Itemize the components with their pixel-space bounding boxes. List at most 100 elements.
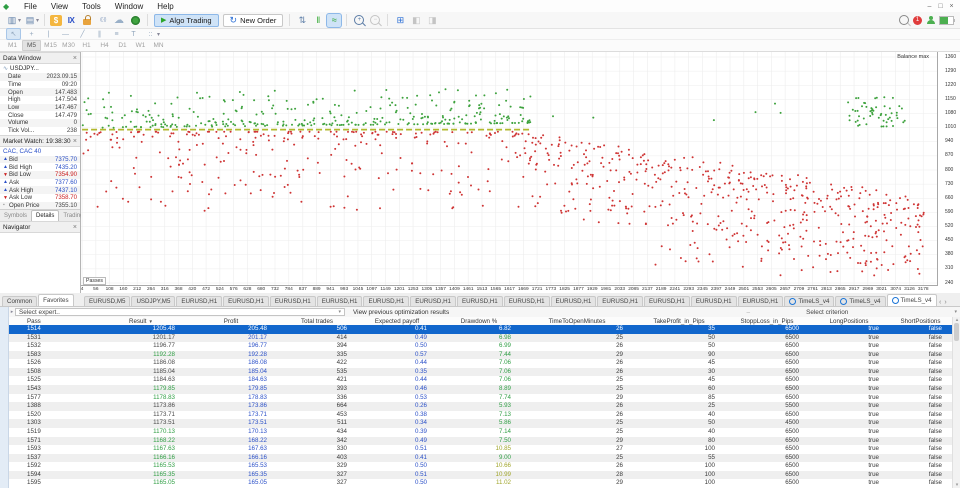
chart-tab[interactable]: EURUSD,H1	[316, 296, 363, 306]
table-row[interactable]: 1543 1179.85 179.85 393 0.46 8.89 25 60 6500 true…	[9, 385, 952, 394]
market-watch-row[interactable]: ▲ Ask High 7437.10	[0, 186, 80, 194]
table-row[interactable]: 1577 1178.83 178.83 336 0.53 7.74 29 85 6500 true…	[9, 394, 952, 403]
column-header-timetoopenminutes[interactable]: TimeToOpenMinutes	[521, 317, 633, 325]
market-watch-row[interactable]: ▲ Bid 7375.70	[0, 155, 80, 164]
table-row[interactable]: 1583 1192.28 192.28 335 0.57 7.44 29 90 6500 true…	[9, 350, 952, 360]
table-row[interactable]: 1531 1201.17 201.17 414 0.49 6.98 25 50 6500 true…	[9, 333, 952, 343]
dock-right-icon[interactable]: ◨	[425, 14, 439, 27]
column-header-total-trades[interactable]: Total trades	[277, 317, 357, 325]
tab-favorites[interactable]: Favorites	[38, 294, 74, 306]
vertical-line-tool-icon[interactable]: |	[42, 29, 55, 39]
column-header-expected-payoff[interactable]: Expected payoff	[357, 317, 437, 325]
market-watch-row[interactable]: ▲ Ask 7377.60	[0, 179, 80, 187]
timeframe-d1[interactable]: D1	[114, 41, 131, 50]
chart-tab[interactable]: EURUSD,H1	[737, 296, 784, 306]
criterion-select[interactable]: Select criterion ▾	[750, 308, 960, 316]
chart-tab[interactable]: EURUSD,H1	[690, 296, 737, 306]
chart-tab[interactable]: EURUSD,H1	[503, 296, 550, 306]
timeframe-h1[interactable]: H1	[78, 41, 95, 50]
close-icon[interactable]: ×	[73, 55, 77, 62]
column-header-pass[interactable]: Pass	[9, 317, 97, 325]
market-watch-row[interactable]: ▼ Bid Low 7354.90	[0, 170, 80, 179]
wave-chart-icon[interactable]: ≈	[327, 13, 342, 27]
broadcast-icon[interactable]: ((·))	[96, 14, 110, 27]
table-row[interactable]: 1519 1170.13 170.13 434 0.39 7.14 25 40 6500 true…	[9, 428, 952, 437]
maximize-button[interactable]: □	[936, 3, 945, 10]
menu-help[interactable]: Help	[150, 2, 180, 11]
table-row[interactable]: 1508 1185.04 185.04 535 0.35 7.06 26 30 6500 true…	[9, 367, 952, 377]
timeframe-h4[interactable]: H4	[96, 41, 113, 50]
timeframe-mn[interactable]: MN	[150, 41, 167, 50]
tile-windows-icon[interactable]: ⊞	[393, 14, 407, 27]
scroll-down-icon[interactable]: ▾	[954, 482, 960, 488]
horizontal-line-tool-icon[interactable]: —	[59, 29, 72, 39]
optimization-scatter[interactable]	[81, 52, 937, 285]
chart-tab[interactable]: USDJPY,M5	[131, 296, 176, 306]
table-row[interactable]: 1514 1205.48 205.48 506 0.41 6.82 26 35 6500 true…	[9, 325, 952, 334]
trendline-tool-icon[interactable]: ╱	[76, 29, 89, 39]
globe-icon[interactable]	[128, 14, 142, 27]
chevron-down-icon[interactable]: ▾	[18, 17, 21, 24]
strategy-tester-sidebar[interactable]: Strategy Tester	[0, 307, 9, 488]
dock-left-icon[interactable]: ◧	[409, 14, 423, 27]
chart-tab[interactable]: TimeLS_v4	[835, 296, 886, 306]
chart-bars-icon[interactable]: ▥	[5, 14, 19, 27]
menu-tools[interactable]: Tools	[75, 2, 108, 11]
table-row[interactable]: 1525 1184.63 184.63 421 0.44 7.06 25 45 6500 true…	[9, 376, 952, 385]
channel-tool-icon[interactable]: ∥	[93, 29, 106, 39]
shapes-tool-icon[interactable]: ::	[144, 29, 157, 39]
optimization-plot-area[interactable]: Balance max Passes	[81, 52, 938, 286]
table-row[interactable]: 1303 1173.51 173.51 511 0.34 5.86 25 50 4500 true…	[9, 419, 952, 428]
chart-tab[interactable]: EURUSD,H1	[223, 296, 269, 306]
chart-tab[interactable]: EURUSD,H1	[176, 296, 223, 306]
column-header-longpositions[interactable]: LongPositions	[809, 317, 889, 325]
view-results-label[interactable]: View previous optimization results	[353, 309, 449, 316]
fibonacci-tool-icon[interactable]: ≡	[110, 29, 123, 39]
crosshair-tool-icon[interactable]: +	[25, 29, 38, 39]
market-watch-row[interactable]: ▪ Open Price 7355.10	[0, 201, 80, 210]
chart-tab[interactable]: EURUSD,H1	[363, 296, 410, 306]
chart-tab[interactable]: TimeLS_v4	[886, 294, 937, 306]
timeframe-m30[interactable]: M30	[60, 41, 77, 50]
timeframe-m1[interactable]: M1	[4, 41, 21, 50]
tab-details[interactable]: Details	[31, 210, 60, 222]
scroll-tabs-right-icon[interactable]: ›	[944, 299, 946, 306]
tab-common[interactable]: Common	[2, 296, 38, 306]
chart-window-icon[interactable]: ▤	[23, 14, 37, 27]
market-watch-row[interactable]: ▲ Bid High 7435.20	[0, 163, 80, 171]
close-icon[interactable]: ×	[73, 138, 77, 145]
chart-tab[interactable]: EURUSD,H1	[597, 296, 644, 306]
table-row[interactable]: 1571 1168.22 168.22 342 0.49 7.50 29 80 6500 true…	[9, 436, 952, 446]
column-header-result[interactable]: Result ▼	[97, 317, 185, 325]
timeframe-m5[interactable]: M5	[22, 40, 41, 51]
table-row[interactable]: 1532 1196.77 196.77 394 0.50 6.99 26 50 6500 true…	[9, 342, 952, 351]
minimize-button[interactable]: –	[925, 3, 934, 10]
chart-tab[interactable]: EURUSD,H1	[269, 296, 316, 306]
new-order-button[interactable]: ↻ New Order	[222, 13, 284, 27]
notifications-badge[interactable]: 1	[913, 15, 922, 25]
table-row[interactable]: 1520 1173.71 173.71 453 0.38 7.13 26 40 6500 true…	[9, 411, 952, 420]
chart-tab[interactable]: EURUSD,H1	[410, 296, 456, 306]
algo-trading-button[interactable]: ▶ Algo Trading	[154, 13, 219, 27]
table-row[interactable]: 1526 1186.08 186.08 422 0.44 7.06 26 45 6500 true…	[9, 359, 952, 368]
expert-select[interactable]: Select expert.. ▾	[15, 308, 345, 316]
table-row[interactable]: 1594 1165.35 165.35 327 0.51 10.99 28 100 6500 tr…	[9, 470, 952, 480]
lock-icon[interactable]	[80, 14, 94, 27]
market-watch-row[interactable]: ▼ Ask Low 7358.70	[0, 194, 80, 202]
scroll-tabs-left-icon[interactable]: ‹	[939, 299, 941, 306]
chart-tab[interactable]: EURUSD,H1	[456, 296, 503, 306]
chart-tab[interactable]: EURUSD,M5	[84, 296, 131, 306]
chart-tab[interactable]: TimeLS_v4	[784, 296, 835, 306]
cursor-tool-icon[interactable]: ↖	[6, 28, 21, 40]
column-header-stopploss-in-pips[interactable]: StoppLoss_in_Pips	[725, 317, 809, 325]
pause-ticks-icon[interactable]: ‖	[311, 14, 325, 27]
search-icon[interactable]	[899, 15, 909, 25]
scrollbar-thumb[interactable]	[954, 323, 959, 341]
table-row[interactable]: 1388 1173.86 173.86 664 0.26 5.93 26 25 5500 true…	[9, 402, 952, 411]
chart-tab[interactable]: EURUSD,H1	[644, 296, 690, 306]
menu-view[interactable]: View	[44, 2, 75, 11]
close-button[interactable]: ×	[947, 3, 956, 10]
zoom-out-icon[interactable]: −	[368, 14, 382, 27]
chart-tab[interactable]: EURUSD,H1	[550, 296, 597, 306]
column-header-profit[interactable]: Profit	[185, 317, 277, 325]
